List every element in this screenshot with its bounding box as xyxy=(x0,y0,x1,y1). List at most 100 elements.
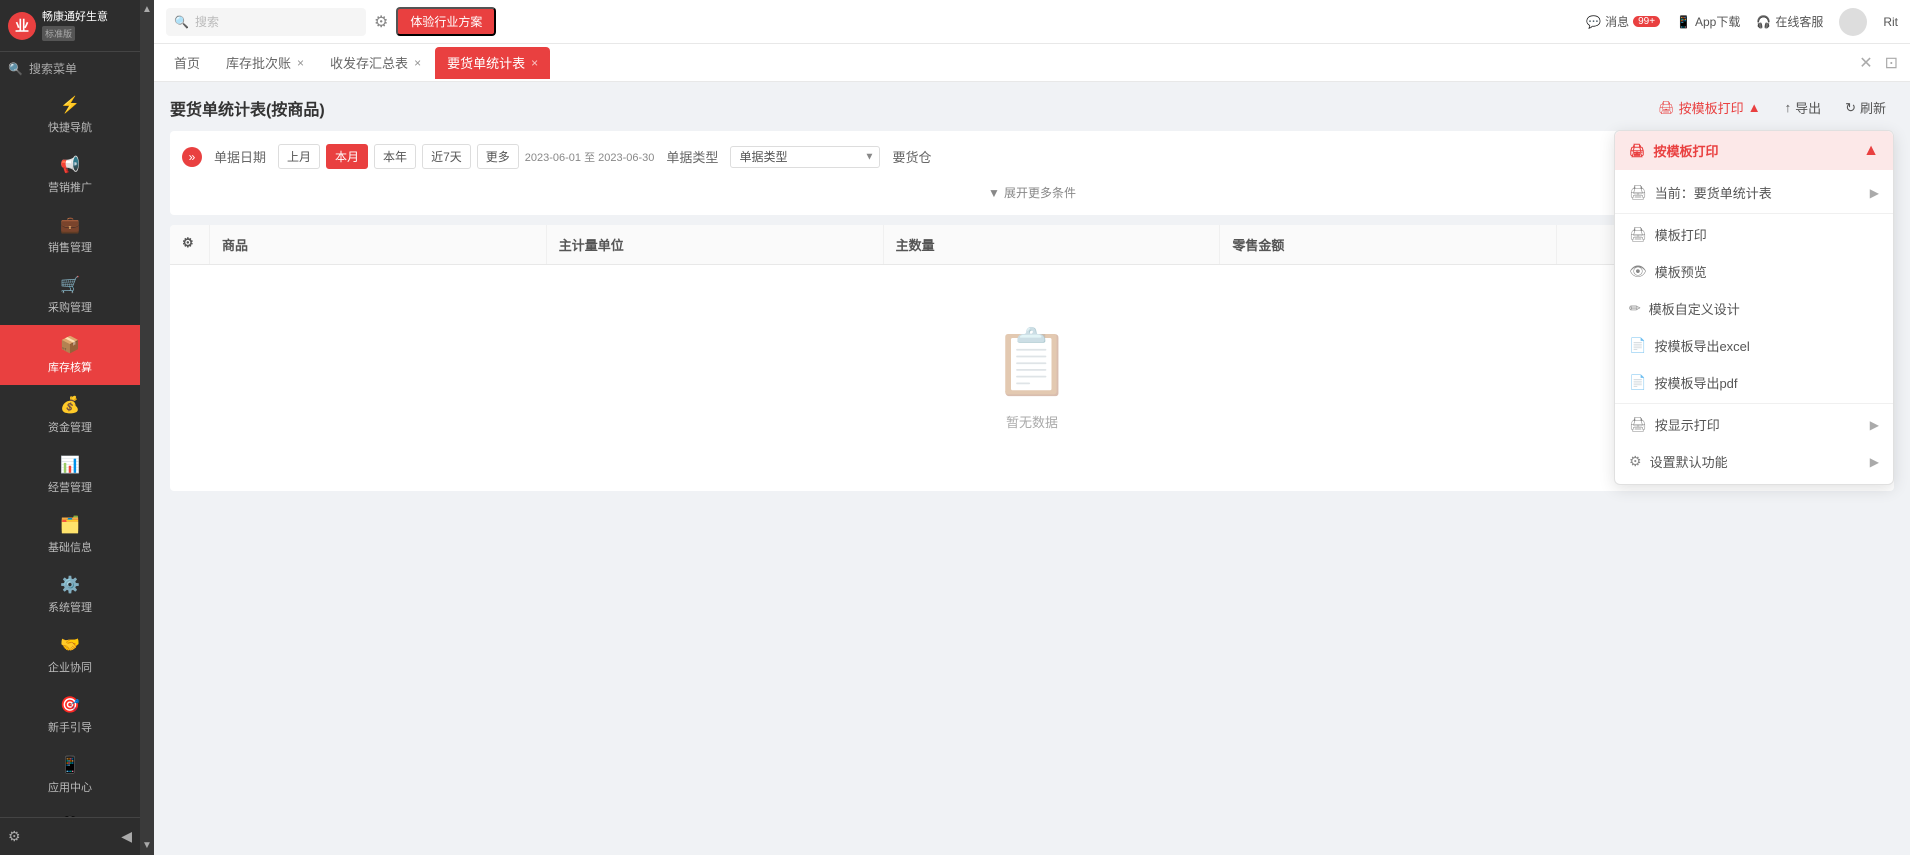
tab-order-stats[interactable]: 要货单统计表 × xyxy=(435,47,550,79)
sidebar-nav: ⚡ 快捷导航 📢 营销推广 💼 销售管理 🛒 采购管理 📦 库存核算 💰 资金管… xyxy=(0,85,140,817)
close-window-icon[interactable]: ✕ xyxy=(1855,53,1876,73)
search-menu[interactable]: 🔍 搜索菜单 xyxy=(0,52,140,85)
trial-button[interactable]: 体验行业方案 xyxy=(396,7,496,36)
category-filter-label: 要货仓 xyxy=(892,147,931,166)
tab-receipt-summary[interactable]: 收发存汇总表 × xyxy=(318,47,433,79)
tab-home[interactable]: 首页 xyxy=(162,47,212,79)
sidebar-item-operation[interactable]: 📊 经营管理 xyxy=(0,445,140,505)
sidebar-item-basic[interactable]: 🗂️ 基础信息 xyxy=(0,505,140,565)
dropdown-body: 🖨 当前：要货单统计表 ▶ 🖨 模板打印 xyxy=(1615,170,1893,484)
sidebar-item-system[interactable]: ⚙️ 系统管理 xyxy=(0,565,140,625)
dropdown-item-display-print[interactable]: 🖨 按显示打印 ▶ xyxy=(1615,406,1893,443)
th-unit: 主计量单位 xyxy=(547,225,884,264)
dropdown-item-template-preview[interactable]: 👁 模板预览 xyxy=(1615,253,1893,290)
expand-icon[interactable]: » xyxy=(182,147,202,167)
chevron-up-icon: ▲ xyxy=(1748,100,1761,115)
tab-close-icon[interactable]: × xyxy=(531,56,538,70)
search-label: 搜索菜单 xyxy=(29,60,77,77)
sidebar-item-sales[interactable]: 💼 销售管理 xyxy=(0,205,140,265)
empty-text: 暂无数据 xyxy=(1006,412,1058,431)
sidebar-item-label: 库存核算 xyxy=(48,359,92,375)
sidebar-item-quick-nav[interactable]: ⚡ 快捷导航 xyxy=(0,85,140,145)
date-btn-this-year[interactable]: 本年 xyxy=(374,144,416,169)
template-print-label: 按模板打印 xyxy=(1679,98,1744,117)
sidebar-scroll-up[interactable]: ▲ xyxy=(140,4,154,15)
main-area: 🔍 搜索 ⚙ 体验行业方案 💬 消息 99+ 📱 App下载 🎧 在线客服 Ri… xyxy=(154,0,1910,855)
sidebar-scroll-down[interactable]: ▼ xyxy=(140,840,154,851)
dropdown-item-export-pdf[interactable]: 📄 按模板导出pdf xyxy=(1615,364,1893,401)
tab-batch-account[interactable]: 库存批次账 × xyxy=(214,47,316,79)
sales-icon: 💼 xyxy=(60,215,80,235)
sidebar-item-guide[interactable]: 🎯 新手引导 xyxy=(0,685,140,745)
export-button[interactable]: ↑ 导出 xyxy=(1777,94,1830,121)
pdf-icon: 📄 xyxy=(1629,374,1646,391)
settings-gear-icon[interactable]: ⚙ xyxy=(374,12,388,32)
quick-nav-icon: ⚡ xyxy=(60,95,80,115)
collapse-icon[interactable]: ◀ xyxy=(121,828,132,845)
avatar[interactable] xyxy=(1839,8,1867,36)
sidebar-bottom: ⚙ ◀ xyxy=(0,817,140,855)
dropdown-item-export-excel[interactable]: 📄 按模板导出excel xyxy=(1615,327,1893,364)
refresh-label: 刷新 xyxy=(1860,98,1886,117)
marketing-icon: 📢 xyxy=(60,155,80,175)
dropdown-close-icon[interactable]: ▲ xyxy=(1863,142,1879,160)
item-label: 模板预览 xyxy=(1655,262,1707,281)
dropdown-item-set-default[interactable]: ⚙ 设置默认功能 ▶ xyxy=(1615,443,1893,480)
app-download-button[interactable]: 📱 App下载 xyxy=(1676,13,1740,30)
online-service-label: 在线客服 xyxy=(1775,13,1823,30)
header-actions: 🖨 按模板打印 ▲ ↑ 导出 ↻ 刷新 🖨 xyxy=(1650,94,1894,121)
printer-icon: 🖨 xyxy=(1629,143,1646,159)
sidebar-item-label: 资金管理 xyxy=(48,419,92,435)
online-service-button[interactable]: 🎧 在线客服 xyxy=(1756,13,1823,30)
operation-icon: 📊 xyxy=(60,455,80,475)
tab-label: 收发存汇总表 xyxy=(330,53,408,72)
expand-more-button[interactable]: ▼ 展开更多条件 xyxy=(980,180,1084,205)
date-btn-more[interactable]: 更多 xyxy=(477,144,519,169)
topbar-search[interactable]: 🔍 搜索 xyxy=(166,8,366,36)
appstore-icon: 📱 xyxy=(60,755,80,775)
tab-close-icon[interactable]: × xyxy=(297,56,304,70)
sidebar-item-label: 销售管理 xyxy=(48,239,92,255)
app-download-label: App下载 xyxy=(1695,13,1740,30)
app-logo: 业 畅康通好生意 标准版 xyxy=(0,0,140,52)
sidebar-item-purchase[interactable]: 🛒 采购管理 xyxy=(0,265,140,325)
date-btn-7days[interactable]: 近7天 xyxy=(422,144,471,169)
sidebar-item-marketing[interactable]: 📢 营销推广 xyxy=(0,145,140,205)
page-content: 要货单统计表(按商品) 🖨 按模板打印 ▲ ↑ 导出 ↻ 刷新 xyxy=(154,82,1910,855)
refresh-icon: ↻ xyxy=(1845,100,1856,116)
dropdown-title-area: 🖨 按模板打印 xyxy=(1629,141,1719,160)
sidebar-item-inventory[interactable]: 📦 库存核算 xyxy=(0,325,140,385)
chevron-right-icon: ▶ xyxy=(1870,418,1879,432)
item-left: 🖨 模板打印 xyxy=(1629,225,1707,244)
template-print-button[interactable]: 🖨 按模板打印 ▲ xyxy=(1650,94,1768,121)
settings-icon[interactable]: ⚙ xyxy=(8,828,21,845)
message-button[interactable]: 💬 消息 99+ xyxy=(1586,13,1660,30)
sidebar-item-finance[interactable]: 💰 资金管理 xyxy=(0,385,140,445)
settings-icon[interactable]: ⚙ xyxy=(182,235,194,250)
print-dropdown: 🖨 按模板打印 ▲ 🖨 当前：要货单统计表 ▶ xyxy=(1614,130,1894,485)
sidebar-item-coop[interactable]: 🤝 企业协同 xyxy=(0,625,140,685)
maximize-icon[interactable]: ⊡ xyxy=(1881,53,1902,73)
refresh-button[interactable]: ↻ 刷新 xyxy=(1837,94,1894,121)
dropdown-current-item[interactable]: 🖨 当前：要货单统计表 ▶ xyxy=(1615,174,1893,211)
page-title: 要货单统计表(按商品) xyxy=(170,96,325,120)
sidebar-item-label: 应用中心 xyxy=(48,779,92,795)
dropdown-item-template-custom[interactable]: ✏ 模板自定义设计 xyxy=(1615,290,1893,327)
date-btn-last-month[interactable]: 上月 xyxy=(278,144,320,169)
topbar-actions: 💬 消息 99+ 📱 App下载 🎧 在线客服 Rit xyxy=(1586,8,1898,36)
excel-icon: 📄 xyxy=(1629,337,1646,354)
chevron-right-icon: ▶ xyxy=(1870,455,1879,469)
expand-down-icon: ▼ xyxy=(988,186,1000,200)
tab-label: 要货单统计表 xyxy=(447,53,525,72)
tab-close-icon[interactable]: × xyxy=(414,56,421,70)
type-select[interactable]: 单据类型 xyxy=(730,146,880,168)
tab-label: 首页 xyxy=(174,53,200,72)
sidebar-item-appstore[interactable]: 📱 应用中心 xyxy=(0,745,140,805)
dropdown-item-template-print[interactable]: 🖨 模板打印 xyxy=(1615,216,1893,253)
item-left: 📄 按模板导出excel xyxy=(1629,336,1750,355)
date-btn-this-month[interactable]: 本月 xyxy=(326,144,368,169)
item-left: 👁 模板预览 xyxy=(1629,262,1707,281)
sidebar-item-wechat[interactable]: 💬 企业微信 xyxy=(0,805,140,817)
app-name: 畅康通好生意 xyxy=(42,10,108,24)
th-amount: 零售金额 xyxy=(1220,225,1557,264)
